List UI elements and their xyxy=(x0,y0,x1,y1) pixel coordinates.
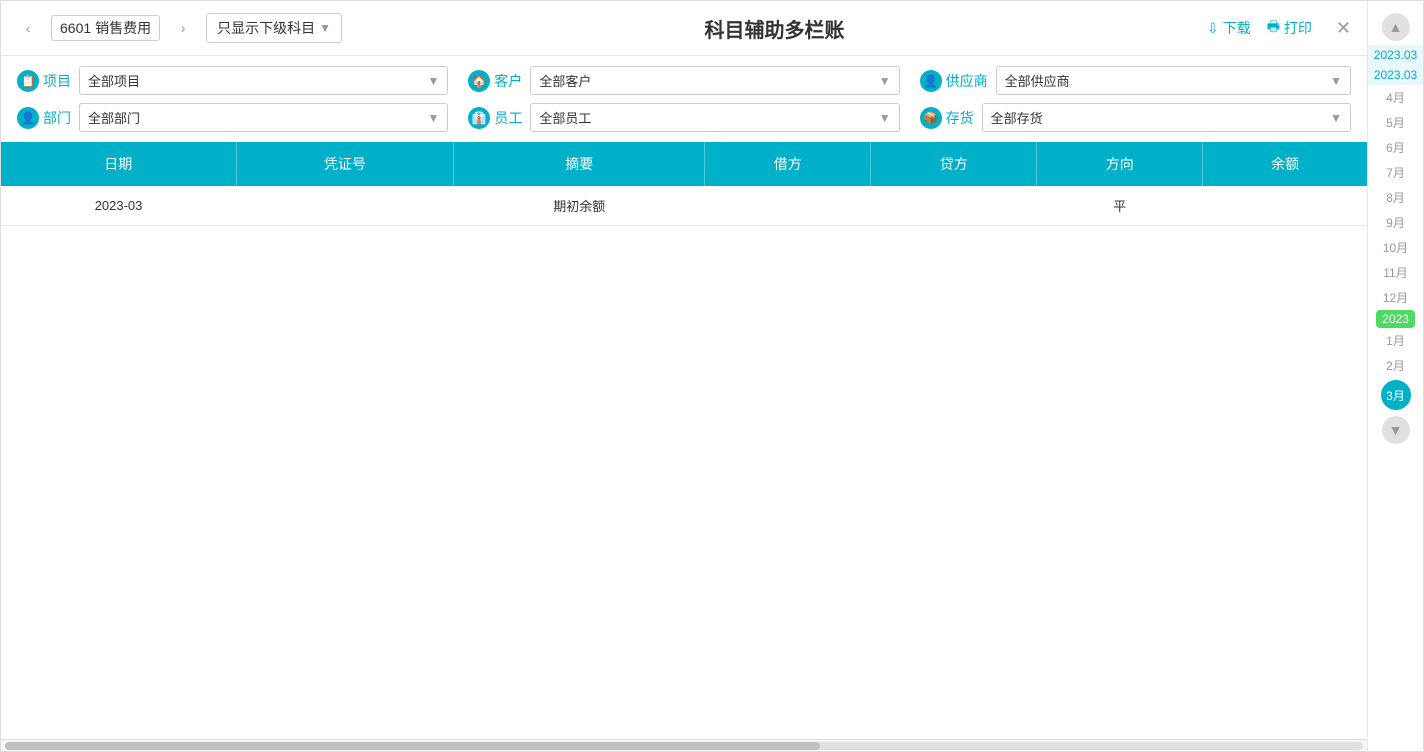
scrollbar-thumb[interactable] xyxy=(5,742,820,750)
inventory-filter-row: 📦 存货 全部存货 ▼ xyxy=(920,103,1351,132)
sidebar-selected-month-2[interactable]: 2023.03 xyxy=(1368,65,1423,85)
project-label: 📋 项目 xyxy=(17,70,71,92)
cell-debit xyxy=(705,186,871,226)
sidebar-month-item[interactable]: 2月 xyxy=(1368,353,1423,378)
chevron-down-icon: ▼ xyxy=(427,74,439,88)
sidebar-month-item[interactable]: 1月 xyxy=(1368,328,1423,353)
col-debit: 借方 xyxy=(705,142,871,186)
sub-account-filter-label: 只显示下级科目 xyxy=(217,18,315,38)
sidebar-month-item[interactable]: 8月 xyxy=(1368,185,1423,210)
department-icon: 👤 xyxy=(17,107,39,129)
cell-voucher xyxy=(236,186,454,226)
customer-filter-row: 🏠 客户 全部客户 ▼ xyxy=(468,66,899,95)
header-actions: ⇩ 下载 🖶 打印 ✕ xyxy=(1207,16,1351,40)
nav-next-button[interactable]: › xyxy=(172,17,194,39)
download-icon: ⇩ xyxy=(1207,20,1219,37)
chevron-down-icon: ▼ xyxy=(1330,74,1342,88)
print-button[interactable]: 🖶 打印 xyxy=(1267,16,1312,40)
sidebar-month-item[interactable]: 11月 xyxy=(1368,260,1423,285)
sub-account-filter[interactable]: 只显示下级科目 ▼ xyxy=(206,13,342,43)
chevron-down-icon: ▼ xyxy=(427,111,439,125)
col-date: 日期 xyxy=(1,142,236,186)
cell-date: 2023-03 xyxy=(1,186,236,226)
sidebar-scroll-up-button[interactable]: ▲ xyxy=(1382,13,1410,41)
col-credit: 贷方 xyxy=(871,142,1037,186)
sidebar-month-item[interactable]: 6月 xyxy=(1368,135,1423,160)
customer-label: 🏠 客户 xyxy=(468,70,522,92)
cell-balance xyxy=(1203,186,1367,226)
page-title: 科目辅助多栏账 xyxy=(354,14,1195,43)
cell-direction: 平 xyxy=(1037,186,1203,226)
department-label: 👤 部门 xyxy=(17,107,71,129)
col-summary: 摘要 xyxy=(454,142,705,186)
sidebar-scroll-down-button[interactable]: ▼ xyxy=(1382,416,1410,444)
ledger-table: 日期 凭证号 摘要 借方 贷方 方向 余额 2023-03 期初余额 平 xyxy=(1,142,1367,226)
project-filter-row: 📋 项目 全部项目 ▼ xyxy=(17,66,448,95)
col-voucher: 凭证号 xyxy=(236,142,454,186)
cell-summary: 期初余额 xyxy=(454,186,705,226)
close-button[interactable]: ✕ xyxy=(1336,18,1351,39)
employee-select[interactable]: 全部员工 ▼ xyxy=(530,103,899,132)
header: ‹ 6601 销售费用 › 只显示下级科目 ▼ 科目辅助多栏账 ⇩ 下载 🖶 打… xyxy=(1,1,1367,56)
table-row: 2023-03 期初余额 平 xyxy=(1,186,1367,226)
col-direction: 方向 xyxy=(1037,142,1203,186)
account-name: 销售费用 xyxy=(95,18,151,38)
sidebar-month-item[interactable]: 7月 xyxy=(1368,160,1423,185)
sidebar-selected-month-1[interactable]: 2023.03 xyxy=(1368,45,1423,65)
sidebar-month-item[interactable]: 2023 xyxy=(1376,310,1415,328)
department-select[interactable]: 全部部门 ▼ xyxy=(79,103,448,132)
project-select[interactable]: 全部项目 ▼ xyxy=(79,66,448,95)
col-balance: 余额 xyxy=(1203,142,1367,186)
print-icon: 🖶 xyxy=(1267,16,1280,40)
customer-select[interactable]: 全部客户 ▼ xyxy=(530,66,899,95)
sidebar-month-item[interactable]: 5月 xyxy=(1368,110,1423,135)
sidebar-month-item[interactable]: 9月 xyxy=(1368,210,1423,235)
cell-credit xyxy=(871,186,1037,226)
chevron-down-icon: ▼ xyxy=(1330,111,1342,125)
sidebar-month-item[interactable]: 10月 xyxy=(1368,235,1423,260)
supplier-filter-row: 👤 供应商 全部供应商 ▼ xyxy=(920,66,1351,95)
sidebar-month-item[interactable]: 4月 xyxy=(1368,85,1423,110)
supplier-icon: 👤 xyxy=(920,70,942,92)
nav-prev-button[interactable]: ‹ xyxy=(17,17,39,39)
employee-label: 👔 员工 xyxy=(468,107,522,129)
chevron-down-icon: ▼ xyxy=(879,74,891,88)
project-icon: 📋 xyxy=(17,70,39,92)
supplier-label: 👤 供应商 xyxy=(920,70,988,92)
table-header-row: 日期 凭证号 摘要 借方 贷方 方向 余额 xyxy=(1,142,1367,186)
inventory-icon: 📦 xyxy=(920,107,942,129)
filter-area: 📋 项目 全部项目 ▼ 🏠 客户 全部客户 ▼ xyxy=(1,56,1367,142)
chevron-down-icon: ▼ xyxy=(319,21,331,35)
download-button[interactable]: ⇩ 下载 xyxy=(1207,18,1251,38)
table-container: 日期 凭证号 摘要 借方 贷方 方向 余额 2023-03 期初余额 平 xyxy=(1,142,1367,743)
month-sidebar: ▲ 2023.03 2023.03 4月5月6月7月8月9月10月11月12月2… xyxy=(1367,1,1423,751)
inventory-select[interactable]: 全部存货 ▼ xyxy=(982,103,1351,132)
horizontal-scrollbar[interactable] xyxy=(1,739,1367,751)
customer-icon: 🏠 xyxy=(468,70,490,92)
sidebar-month-item[interactable]: 3月 xyxy=(1381,380,1411,410)
employee-icon: 👔 xyxy=(468,107,490,129)
employee-filter-row: 👔 员工 全部员工 ▼ xyxy=(468,103,899,132)
account-code: 6601 xyxy=(60,20,91,36)
account-tag: 6601 销售费用 xyxy=(51,15,160,41)
chevron-down-icon: ▼ xyxy=(879,111,891,125)
supplier-select[interactable]: 全部供应商 ▼ xyxy=(996,66,1351,95)
scrollbar-track xyxy=(5,742,1363,750)
department-filter-row: 👤 部门 全部部门 ▼ xyxy=(17,103,448,132)
sidebar-month-item[interactable]: 12月 xyxy=(1368,285,1423,310)
inventory-label: 📦 存货 xyxy=(920,107,974,129)
